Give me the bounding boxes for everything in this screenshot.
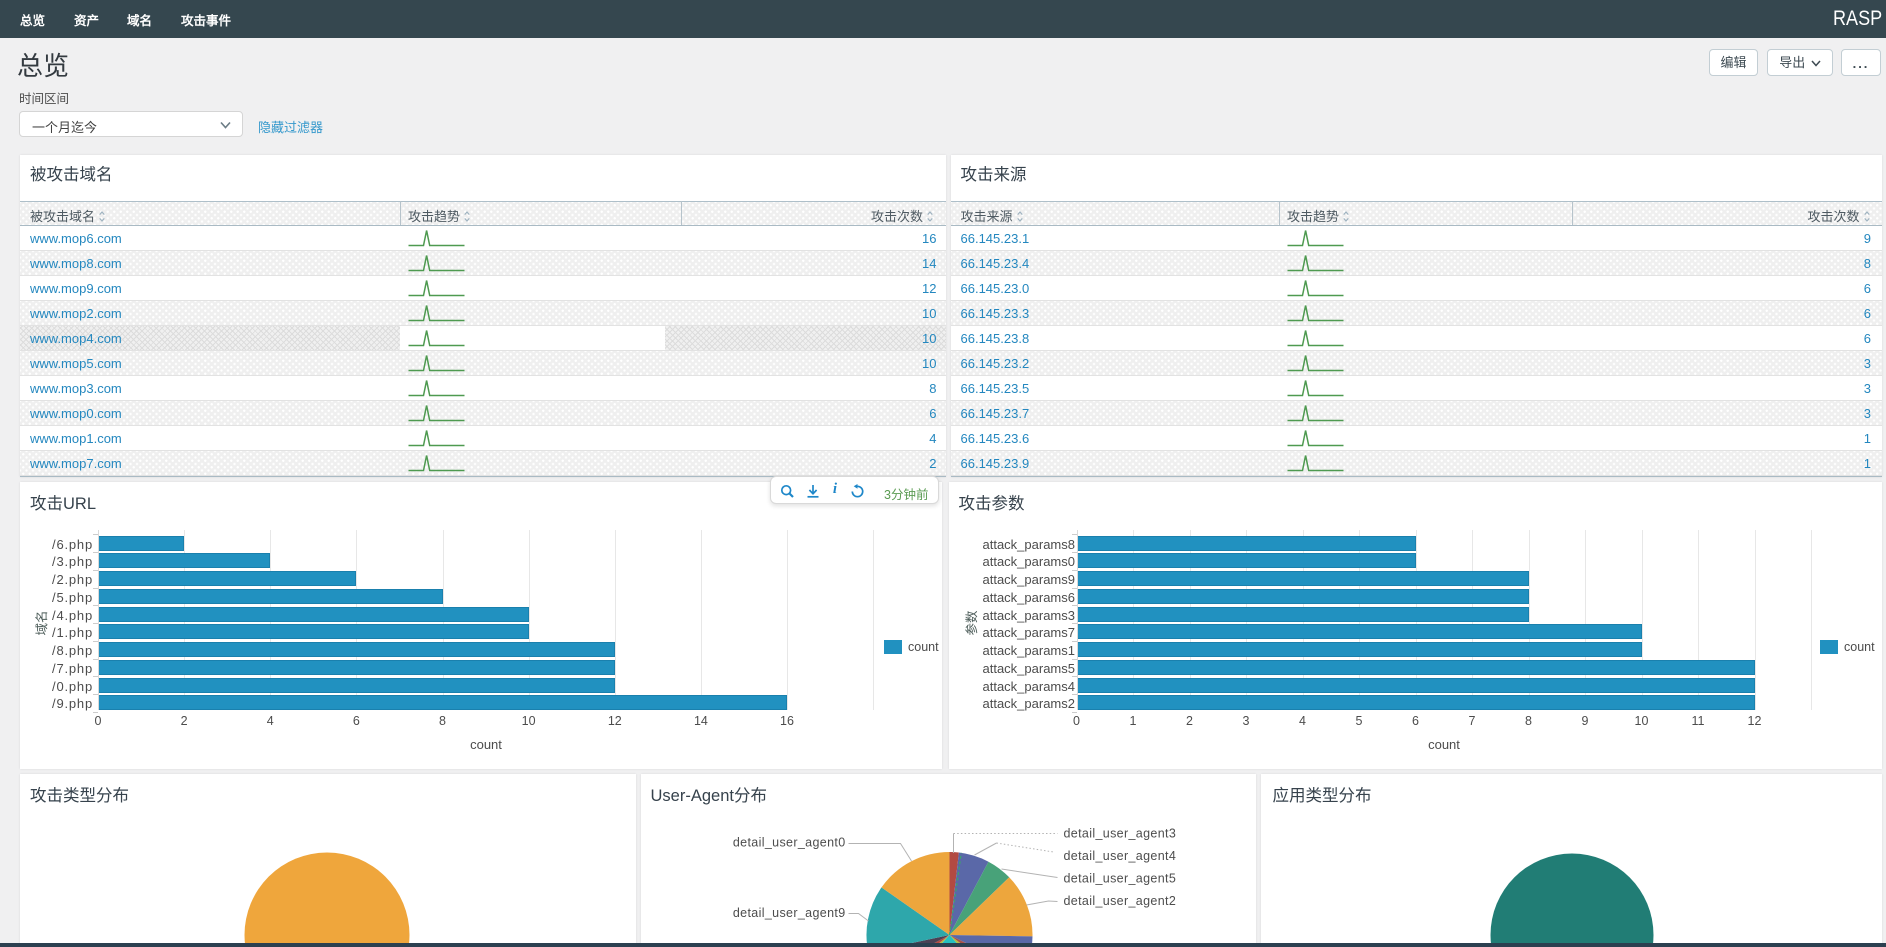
svg-text:detail_user_agent2: detail_user_agent2 — [1063, 894, 1176, 908]
svg-text:域名: 域名 — [34, 610, 49, 635]
svg-text:detail_user_agent3: detail_user_agent3 — [1063, 827, 1176, 841]
svg-text:参数: 参数 — [964, 610, 979, 636]
svg-text:detail_user_agent9: detail_user_agent9 — [732, 906, 845, 920]
svg-text:detail_user_agent4: detail_user_agent4 — [1063, 849, 1176, 863]
svg-text:detail_user_agent0: detail_user_agent0 — [732, 836, 845, 850]
svg-text:detail_user_agent5: detail_user_agent5 — [1063, 872, 1176, 886]
